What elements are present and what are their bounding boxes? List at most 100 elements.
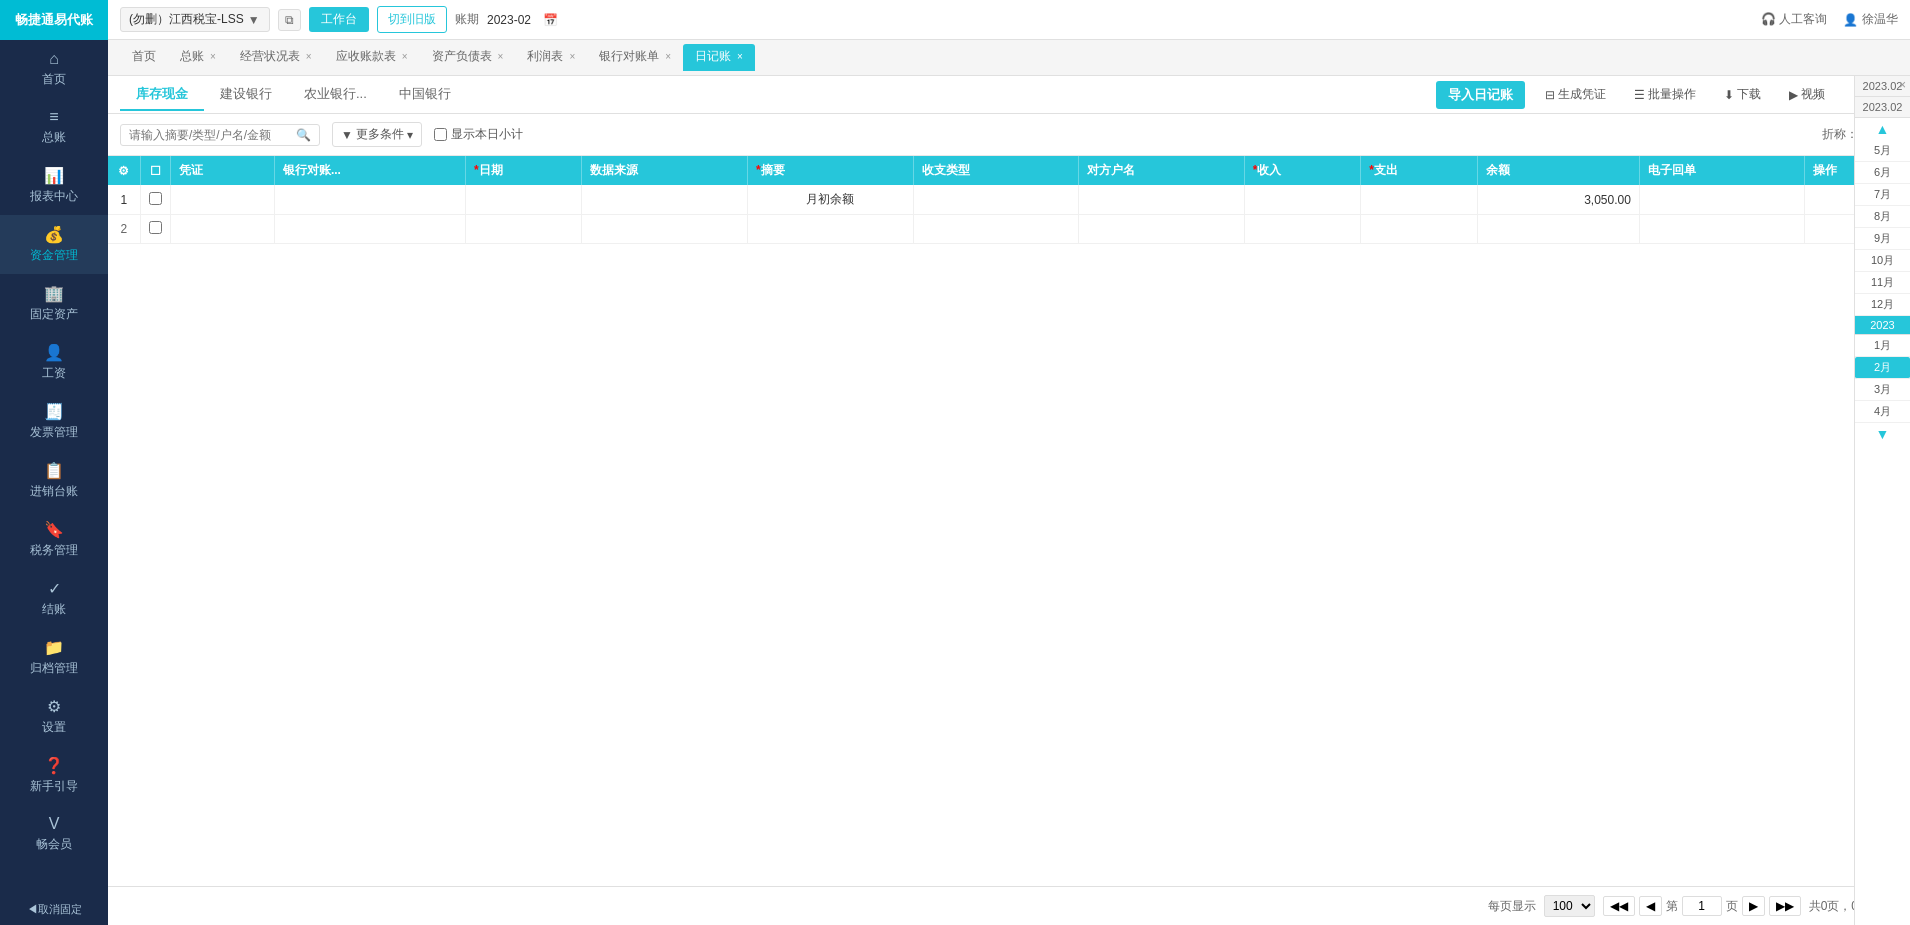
month-may[interactable]: 5月 — [1855, 140, 1910, 162]
month-jan[interactable]: 1月 — [1855, 335, 1910, 357]
row-check[interactable] — [140, 185, 170, 215]
tax-icon: 🔖 — [44, 520, 64, 539]
sub-tab-ccb[interactable]: 建设银行 — [204, 79, 288, 111]
th-date: *日期 — [466, 156, 582, 185]
row-checkbox[interactable] — [149, 221, 162, 234]
th-settings[interactable]: ⚙ — [108, 156, 140, 185]
close-icon[interactable]: × — [737, 51, 743, 62]
close-icon[interactable]: × — [210, 51, 216, 62]
tab-home[interactable]: 首页 — [120, 44, 168, 71]
tab-receivables[interactable]: 应收账款表 × — [324, 44, 420, 71]
workbench-button[interactable]: 工作台 — [309, 7, 369, 32]
action-buttons: 导入日记账 ⊟ 生成凭证 ☰ 批量操作 ⬇ 下载 ▶ 视频 — [1436, 81, 1898, 109]
calendar-icon[interactable]: 📅 — [543, 13, 558, 27]
row-number: 2 — [108, 215, 140, 244]
support-link[interactable]: 🎧 人工客询 — [1761, 11, 1827, 28]
year-2023-label[interactable]: 2023 — [1855, 316, 1910, 335]
show-daily-checkbox[interactable] — [434, 128, 447, 141]
close-icon[interactable]: × — [569, 51, 575, 62]
sub-tab-cash[interactable]: 库存现金 — [120, 79, 204, 111]
sidebar-item-label: 畅会员 — [36, 836, 72, 853]
sidebar-item-settings[interactable]: ⚙ 设置 — [0, 687, 108, 746]
date-panel-close-button[interactable]: × — [1899, 78, 1906, 92]
close-icon[interactable]: × — [498, 51, 504, 62]
download-icon: ⬇ — [1724, 88, 1734, 102]
company-selector[interactable]: (勿删）江西税宝-LSS ▼ — [120, 7, 270, 32]
search-input[interactable] — [129, 128, 292, 142]
per-page-select[interactable]: 100 — [1544, 895, 1595, 917]
month-dec[interactable]: 12月 — [1855, 294, 1910, 316]
month-sep[interactable]: 9月 — [1855, 228, 1910, 250]
close-icon[interactable]: × — [402, 51, 408, 62]
sidebar-item-member[interactable]: V 畅会员 — [0, 805, 108, 863]
import-journal-button[interactable]: 导入日记账 — [1436, 81, 1525, 109]
month-jul[interactable]: 7月 — [1855, 184, 1910, 206]
row-check[interactable] — [140, 215, 170, 244]
per-page-label: 每页显示 — [1488, 898, 1536, 915]
sidebar-item-guide[interactable]: ❓ 新手引导 — [0, 746, 108, 805]
switch-version-button[interactable]: 切到旧版 — [377, 6, 447, 33]
unpin-button[interactable]: ◀取消固定 — [0, 894, 108, 925]
row-checkbox[interactable] — [149, 192, 162, 205]
video-button[interactable]: ▶ 视频 — [1781, 82, 1833, 107]
month-feb[interactable]: 2月 — [1855, 357, 1910, 379]
row-expense — [1361, 215, 1477, 244]
first-page-button[interactable]: ◀◀ — [1603, 896, 1635, 916]
tab-operations[interactable]: 经营状况表 × — [228, 44, 324, 71]
batch-icon: ☰ — [1634, 88, 1645, 102]
filter-button[interactable]: ▼ 更多条件 ▾ — [332, 122, 422, 147]
month-nov[interactable]: 11月 — [1855, 272, 1910, 294]
sub-tab-abc[interactable]: 农业银行... — [288, 79, 383, 111]
month-mar[interactable]: 3月 — [1855, 379, 1910, 401]
sidebar-item-invoice[interactable]: 🧾 发票管理 — [0, 392, 108, 451]
tab-bank[interactable]: 银行对账单 × — [587, 44, 683, 71]
scroll-down-icon[interactable]: ▼ — [1855, 423, 1910, 445]
prev-page-button[interactable]: ◀ — [1639, 896, 1662, 916]
page-input[interactable] — [1682, 896, 1722, 916]
tab-journal[interactable]: 日记账 × — [683, 44, 755, 71]
close-icon[interactable]: × — [306, 51, 312, 62]
row-number: 1 — [108, 185, 140, 215]
sub-tab-boc[interactable]: 中国银行 — [383, 79, 467, 111]
scroll-up-icon[interactable]: ▲ — [1855, 118, 1910, 140]
download-button[interactable]: ⬇ 下载 — [1716, 82, 1769, 107]
last-page-button[interactable]: ▶▶ — [1769, 896, 1801, 916]
generate-voucher-button[interactable]: ⊟ 生成凭证 — [1537, 82, 1614, 107]
close-icon[interactable]: × — [665, 51, 671, 62]
tab-profit[interactable]: 利润表 × — [515, 44, 587, 71]
sidebar-item-archive[interactable]: 📁 归档管理 — [0, 628, 108, 687]
header-right: 🎧 人工客询 👤 徐温华 — [1761, 11, 1898, 28]
next-page-button[interactable]: ▶ — [1742, 896, 1765, 916]
tab-ledger[interactable]: 总账 × — [168, 44, 228, 71]
copy-icon[interactable]: ⧉ — [278, 9, 301, 31]
period-value: 2023-02 — [487, 13, 531, 27]
show-daily-checkbox-label[interactable]: 显示本日小计 — [434, 126, 523, 143]
month-apr[interactable]: 4月 — [1855, 401, 1910, 423]
sidebar-item-reports[interactable]: 📊 报表中心 — [0, 156, 108, 215]
salary-icon: 👤 — [44, 343, 64, 362]
sidebar-item-label: 设置 — [42, 719, 66, 736]
home-icon: ⌂ — [49, 50, 59, 68]
month-jun[interactable]: 6月 — [1855, 162, 1910, 184]
sidebar-item-sales[interactable]: 📋 进销台账 — [0, 451, 108, 510]
month-aug[interactable]: 8月 — [1855, 206, 1910, 228]
row-data-source — [582, 185, 748, 215]
sidebar-item-salary[interactable]: 👤 工资 — [0, 333, 108, 392]
row-income-type — [913, 215, 1079, 244]
sidebar-item-tax[interactable]: 🔖 税务管理 — [0, 510, 108, 569]
month-oct[interactable]: 10月 — [1855, 250, 1910, 272]
sidebar-item-assets[interactable]: 🏢 固定资产 — [0, 274, 108, 333]
th-check[interactable]: ☐ — [140, 156, 170, 185]
sales-icon: 📋 — [44, 461, 64, 480]
sidebar-item-funds[interactable]: 💰 资金管理 — [0, 215, 108, 274]
batch-operation-button[interactable]: ☰ 批量操作 — [1626, 82, 1704, 107]
sidebar-item-ledger[interactable]: ≡ 总账 — [0, 98, 108, 156]
sidebar-item-label: 报表中心 — [30, 188, 78, 205]
row-summary — [748, 215, 914, 244]
sidebar-item-home[interactable]: ⌂ 首页 — [0, 40, 108, 98]
user-menu[interactable]: 👤 徐温华 — [1843, 11, 1898, 28]
tab-assets-liab[interactable]: 资产负债表 × — [420, 44, 516, 71]
search-box[interactable]: 🔍 — [120, 124, 320, 146]
sidebar-item-closing[interactable]: ✓ 结账 — [0, 569, 108, 628]
dropdown-arrow-icon: ▼ — [248, 13, 260, 27]
